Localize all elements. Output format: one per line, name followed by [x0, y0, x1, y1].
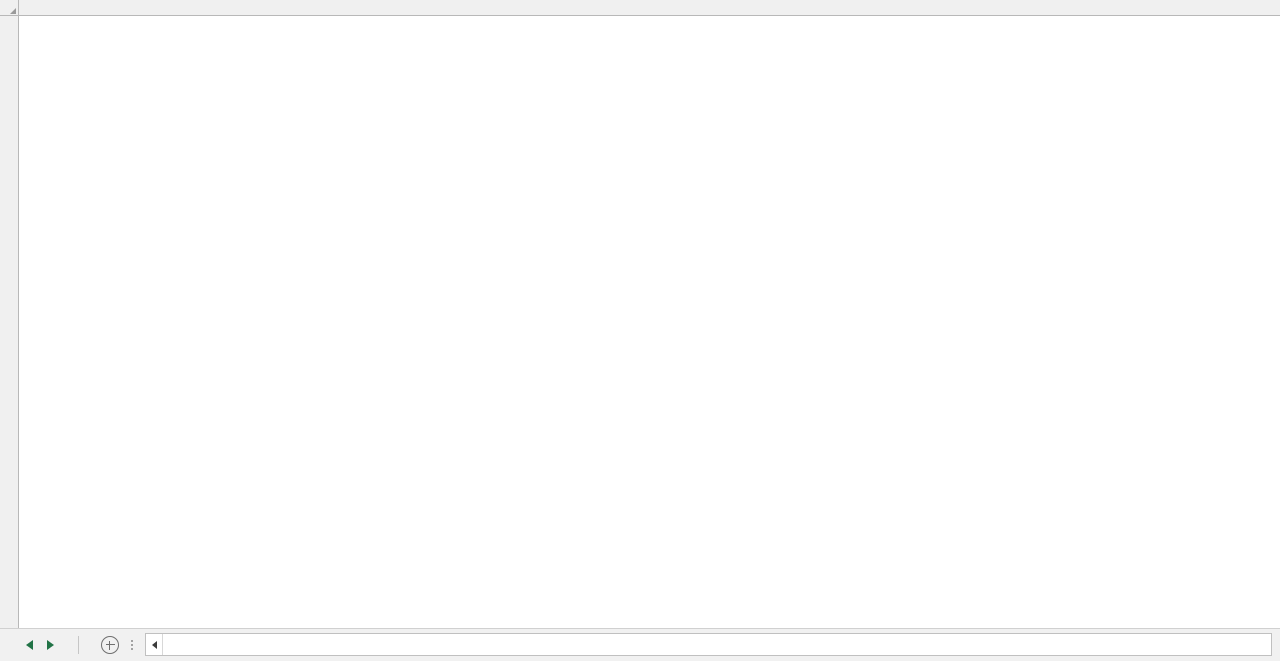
- sheet-tab-tools: [79, 629, 143, 661]
- triangle-right-icon[interactable]: [47, 640, 54, 650]
- sheet-nav-buttons: [0, 629, 78, 661]
- triangle-left-icon[interactable]: [26, 640, 33, 650]
- vertical-dots-icon[interactable]: [131, 638, 133, 652]
- scrollbar-track[interactable]: [163, 634, 1271, 655]
- horizontal-scrollbar[interactable]: [145, 633, 1272, 656]
- select-all-corner[interactable]: [0, 0, 19, 15]
- spreadsheet-window: [0, 0, 1280, 661]
- grid-area: [0, 16, 1280, 628]
- row-header-column: [0, 16, 19, 628]
- plus-circle-icon[interactable]: [101, 636, 119, 654]
- sheet-tab-bar: [0, 628, 1280, 661]
- worksheet-grid[interactable]: [19, 16, 1280, 628]
- column-header-row: [0, 0, 1280, 16]
- scroll-left-arrow-icon[interactable]: [146, 634, 163, 655]
